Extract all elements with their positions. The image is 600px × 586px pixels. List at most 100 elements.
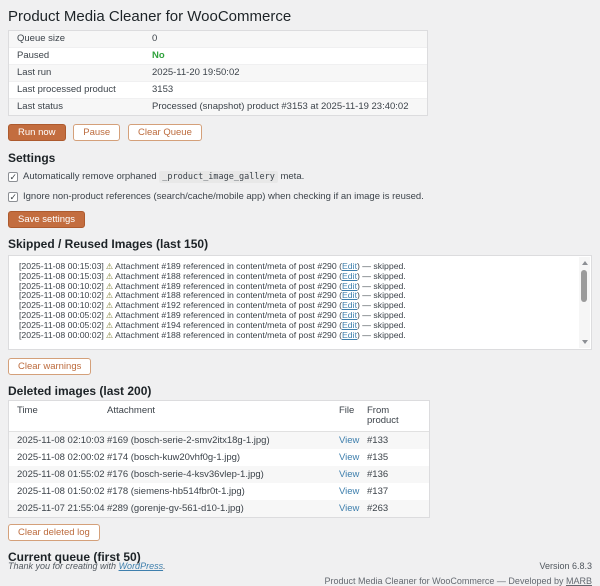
log-timestamp: [2025-11-08 00:15:03] bbox=[19, 270, 104, 281]
scrollbar[interactable] bbox=[579, 257, 590, 348]
deleted-time: 2025-11-08 02:00:02 bbox=[17, 452, 105, 463]
deleted-attachment: #174 (bosch-kuw20vhf0g-1.jpg) bbox=[107, 452, 241, 463]
warning-icon: ⚠ bbox=[105, 310, 114, 320]
warning-icon: ⚠ bbox=[105, 301, 114, 311]
save-settings-button[interactable]: Save settings bbox=[8, 211, 86, 228]
log-tail: ) — skipped. bbox=[357, 329, 406, 340]
setting-ignore-non-product-refs[interactable]: Ignore non-product references (search/ca… bbox=[8, 191, 592, 203]
admin-page: Product Media Cleaner for WooCommerce Qu… bbox=[0, 0, 600, 586]
page-title: Product Media Cleaner for WooCommerce bbox=[8, 8, 292, 25]
setting-label: Ignore non-product references (search/ca… bbox=[23, 191, 424, 202]
edit-link[interactable]: Edit bbox=[342, 271, 357, 281]
log-message: Attachment #192 referenced in content/me… bbox=[115, 300, 343, 311]
status-value: Processed (snapshot) product #3153 at 20… bbox=[152, 101, 409, 112]
view-link[interactable]: View bbox=[339, 469, 359, 480]
deleted-table-body: 2025-11-08 02:10:03 #169 (bosch-serie-2-… bbox=[9, 432, 429, 517]
table-row: 2025-11-08 02:00:02 #174 (bosch-kuw20vhf… bbox=[9, 449, 429, 466]
deleted-from-product: #135 bbox=[367, 452, 389, 463]
queue-actions: Run now Pause Clear Queue bbox=[8, 124, 592, 141]
edit-link[interactable]: Edit bbox=[342, 310, 357, 320]
status-row: Paused No bbox=[9, 48, 427, 65]
status-label: Last status bbox=[17, 101, 63, 112]
deleted-time: 2025-11-07 21:55:04 bbox=[17, 503, 105, 514]
skipped-log-box[interactable]: [2025-11-08 00:15:03] ⚠ Attachment #189 re… bbox=[8, 255, 592, 350]
edit-link[interactable]: Edit bbox=[342, 330, 357, 340]
table-row: 2025-11-08 02:10:03 #169 (bosch-serie-2-… bbox=[9, 432, 429, 449]
column-header-file: File bbox=[339, 405, 355, 416]
edit-link[interactable]: Edit bbox=[342, 290, 357, 300]
clear-deleted-row: Clear deleted log bbox=[8, 524, 592, 541]
warning-icon: ⚠ bbox=[105, 271, 114, 281]
deleted-attachment: #178 (siemens-hb514fbr0t-1.jpg) bbox=[107, 486, 245, 497]
view-link[interactable]: View bbox=[339, 452, 359, 463]
ignore-non-product-refs-checkbox[interactable] bbox=[8, 192, 18, 203]
clear-warnings-button[interactable]: Clear warnings bbox=[8, 358, 92, 375]
warning-icon: ⚠ bbox=[105, 281, 114, 291]
log-message: Attachment #188 referenced in content/me… bbox=[115, 329, 343, 340]
deleted-time: 2025-11-08 01:55:02 bbox=[17, 469, 105, 480]
scrollbar-thumb[interactable] bbox=[581, 270, 587, 302]
wordpress-link[interactable]: WordPress bbox=[119, 561, 164, 571]
table-row: 2025-11-08 01:55:02 #176 (bosch-serie-4-… bbox=[9, 466, 429, 483]
log-timestamp: [2025-11-08 00:05:02] bbox=[19, 319, 104, 330]
status-table: Queue size 0 Paused No Last run 2025-11-… bbox=[8, 30, 428, 116]
deleted-time: 2025-11-08 01:50:02 bbox=[17, 486, 105, 497]
remove-orphaned-meta-checkbox[interactable] bbox=[8, 172, 18, 183]
status-value: 0 bbox=[152, 33, 158, 44]
status-value: 3153 bbox=[152, 84, 174, 95]
status-row: Last status Processed (snapshot) product… bbox=[9, 99, 427, 115]
log-message: Attachment #194 referenced in content/me… bbox=[115, 319, 343, 330]
deleted-from-product: #263 bbox=[367, 503, 389, 514]
column-header-from-product: From product bbox=[367, 405, 399, 426]
status-label: Last run bbox=[17, 67, 52, 78]
table-row: 2025-11-08 01:50:02 #178 (siemens-hb514f… bbox=[9, 483, 429, 500]
footer-version: Version 6.8.3 bbox=[539, 561, 592, 571]
log-tail: ) — skipped. bbox=[357, 300, 406, 311]
deleted-from-product: #137 bbox=[367, 486, 389, 497]
deleted-heading: Deleted images (last 200) bbox=[8, 384, 152, 398]
deleted-time: 2025-11-08 02:10:03 bbox=[17, 435, 105, 446]
log-message: Attachment #188 referenced in content/me… bbox=[115, 270, 343, 281]
log-tail: ) — skipped. bbox=[357, 280, 406, 291]
status-row: Queue size 0 bbox=[9, 31, 427, 48]
pause-button[interactable]: Pause bbox=[73, 124, 121, 141]
meta-key-code: _product_image_gallery bbox=[159, 171, 278, 183]
setting-remove-orphaned-meta[interactable]: Automatically remove orphaned _product_i… bbox=[8, 171, 592, 183]
status-value: No bbox=[152, 50, 165, 61]
view-link[interactable]: View bbox=[339, 486, 359, 497]
log-timestamp: [2025-11-08 00:15:03] bbox=[19, 261, 104, 271]
run-now-button[interactable]: Run now bbox=[8, 124, 66, 141]
edit-link[interactable]: Edit bbox=[342, 281, 357, 291]
log-tail: ) — skipped. bbox=[357, 309, 406, 320]
deleted-attachment: #169 (bosch-serie-2-smv2itx18g-1.jpg) bbox=[107, 435, 270, 446]
deleted-table: Time Attachment File From product 2025-1… bbox=[8, 400, 430, 518]
settings-heading: Settings bbox=[8, 151, 56, 165]
deleted-table-header: Time Attachment File From product bbox=[9, 401, 429, 432]
edit-link[interactable]: Edit bbox=[342, 300, 357, 310]
warning-icon: ⚠ bbox=[105, 320, 114, 330]
warning-icon: ⚠ bbox=[105, 291, 114, 301]
clear-queue-button[interactable]: Clear Queue bbox=[128, 124, 202, 141]
log-timestamp: [2025-11-08 00:05:02] bbox=[19, 309, 104, 320]
view-link[interactable]: View bbox=[339, 435, 359, 446]
clear-deleted-log-button[interactable]: Clear deleted log bbox=[8, 524, 100, 541]
save-row: Save settings bbox=[8, 211, 592, 228]
edit-link[interactable]: Edit bbox=[342, 320, 357, 330]
deleted-attachment: #289 (gorenje-gv-561-d10-1.jpg) bbox=[107, 503, 244, 514]
deleted-from-product: #136 bbox=[367, 469, 389, 480]
view-link[interactable]: View bbox=[339, 503, 359, 514]
edit-link[interactable]: Edit bbox=[342, 261, 357, 271]
admin-footer: Thank you for creating with WordPress. V… bbox=[8, 561, 592, 571]
scrollbar-down-icon[interactable] bbox=[581, 340, 588, 344]
log-timestamp: [2025-11-08 00:10:02] bbox=[19, 280, 104, 291]
skipped-heading: Skipped / Reused Images (last 150) bbox=[8, 237, 209, 251]
log-message: Attachment #189 referenced in content/me… bbox=[115, 280, 343, 291]
scrollbar-up-icon[interactable] bbox=[581, 261, 588, 265]
log-timestamp: [2025-11-08 00:10:02] bbox=[19, 290, 104, 301]
column-header-time: Time bbox=[17, 405, 38, 416]
table-row: 2025-11-07 21:55:04 #289 (gorenje-gv-561… bbox=[9, 500, 429, 517]
status-value: 2025-11-20 19:50:02 bbox=[152, 67, 240, 78]
log-entry: [2025-11-08 00:00:02] ⚠ Attachment #188 re… bbox=[19, 329, 575, 341]
warning-icon: ⚠ bbox=[105, 262, 114, 271]
log-message: Attachment #188 referenced in content/me… bbox=[115, 290, 343, 301]
